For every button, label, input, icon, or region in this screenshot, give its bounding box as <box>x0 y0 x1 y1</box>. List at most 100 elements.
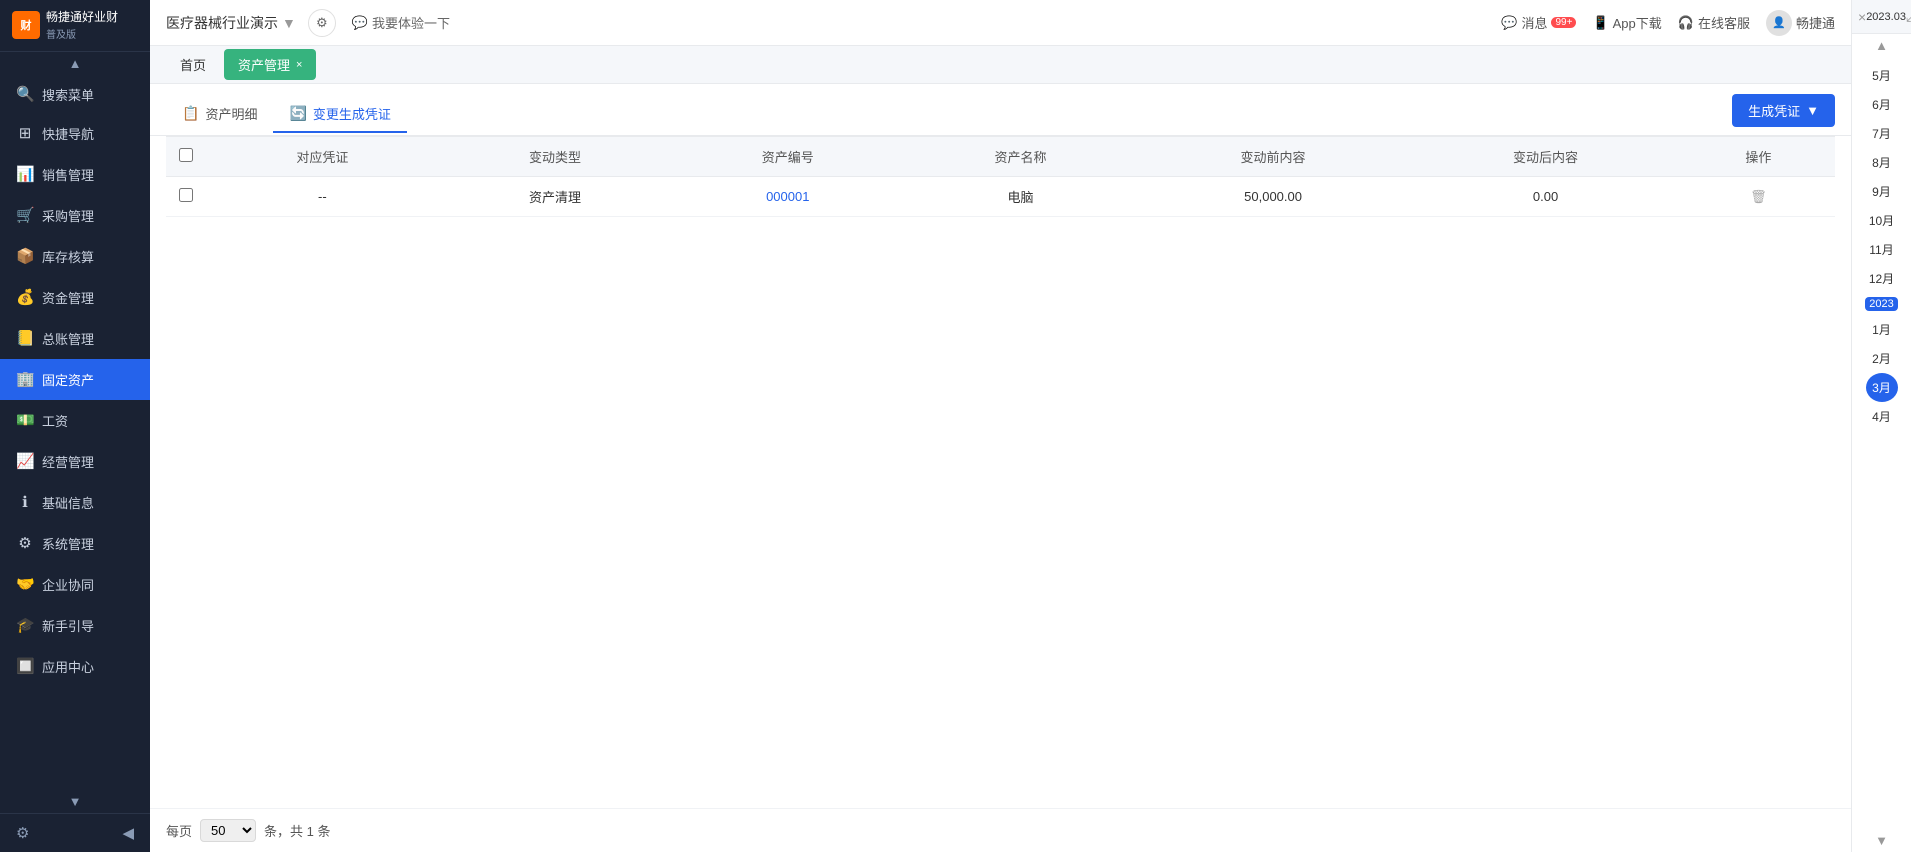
customer-service-button[interactable]: 🎧 在线客服 <box>1678 13 1750 32</box>
row-asset-code: 000001 <box>671 177 904 217</box>
system-icon: ⚙ <box>16 534 34 552</box>
right-panel-close-button[interactable]: × <box>1858 9 1866 25</box>
sidebar-item-operation[interactable]: 📈 经营管理 <box>0 441 150 482</box>
company-selector[interactable]: 医疗器械行业演示 ▼ <box>166 13 296 33</box>
sidebar-item-payroll[interactable]: 💵 工资 <box>0 400 150 441</box>
sub-tab-asset-detail[interactable]: 📋 资产明细 <box>166 96 273 133</box>
date-month-2023-1[interactable]: 1月 <box>1852 315 1911 344</box>
app-download-label: App下载 <box>1613 13 1662 32</box>
date-month-5[interactable]: 5月 <box>1852 61 1911 90</box>
search-menu[interactable]: 🔍 搜索菜单 <box>0 76 150 113</box>
th-asset-code: 资产编号 <box>671 137 904 177</box>
date-month-10[interactable]: 10月 <box>1852 206 1911 235</box>
message-label: 消息 <box>1521 13 1547 32</box>
main-area: 医疗器械行业演示 ▼ ⚙ 💬 我要体验一下 💬 消息 99+ 📱 App下载 🎧… <box>150 0 1851 852</box>
sidebar-label-purchase: 采购管理 <box>42 206 94 225</box>
right-panel-title: 2023.03 <box>1866 11 1906 23</box>
date-month-8[interactable]: 8月 <box>1852 148 1911 177</box>
right-panel: × 2023.03 ⤢ ▲ 5月 6月 7月 8月 9月 10月 11月 12月… <box>1851 0 1911 852</box>
sidebar-label-enterprise: 企业协同 <box>42 575 94 594</box>
table-header-row: 对应凭证 变动类型 资产编号 资产名称 变动前内容 <box>166 137 1835 177</box>
topbar-right: 💬 消息 99+ 📱 App下载 🎧 在线客服 👤 畅捷通 <box>1501 10 1835 36</box>
date-scroll-down[interactable]: ▼ <box>1852 829 1911 852</box>
sub-tab-asset-detail-label: 资产明细 <box>205 104 257 123</box>
sidebar-scroll-up[interactable]: ▲ <box>0 52 150 76</box>
sidebar-item-sales[interactable]: 📊 销售管理 <box>0 154 150 195</box>
message-badge: 99+ <box>1551 17 1576 28</box>
sidebar-item-system[interactable]: ⚙ 系统管理 <box>0 523 150 564</box>
user-button[interactable]: 👤 畅捷通 <box>1766 10 1835 36</box>
sidebar-label-basic-info: 基础信息 <box>42 493 94 512</box>
tab-home[interactable]: 首页 <box>166 49 220 80</box>
sidebar-item-fixed-asset[interactable]: 🏢 固定资产 <box>0 359 150 400</box>
experience-button[interactable]: 💬 我要体验一下 <box>352 13 450 32</box>
tab-close-icon[interactable]: × <box>296 59 302 71</box>
per-page-select[interactable]: 10 20 50 100 <box>200 819 256 842</box>
delete-icon[interactable]: 🗑 <box>1750 189 1767 204</box>
date-month-9[interactable]: 9月 <box>1852 177 1911 206</box>
tab-asset-management[interactable]: 资产管理 × <box>224 49 316 80</box>
logo-edition: 普及版 <box>46 26 118 41</box>
sidebar-item-guide[interactable]: 🎓 新手引导 <box>0 605 150 646</box>
content-area: 📋 资产明细 🔄 变更生成凭证 生成凭证 ▼ <box>150 84 1851 852</box>
sidebar-item-ledger[interactable]: 📒 总账管理 <box>0 318 150 359</box>
date-month-11[interactable]: 11月 <box>1852 235 1911 264</box>
search-label: 搜索菜单 <box>42 85 94 104</box>
sidebar-label-sales: 销售管理 <box>42 165 94 184</box>
sidebar-item-basic-info[interactable]: ℹ 基础信息 <box>0 482 150 523</box>
sidebar-item-inventory[interactable]: 📦 库存核算 <box>0 236 150 277</box>
change-voucher-icon: 🔄 <box>289 105 306 122</box>
app-download-icon: 📱 <box>1592 15 1608 31</box>
per-page-label: 每页 <box>166 821 192 840</box>
sub-tab-change-voucher-label: 变更生成凭证 <box>313 104 391 123</box>
sidebar-item-fund[interactable]: 💰 资金管理 <box>0 277 150 318</box>
app-download-button[interactable]: 📱 App下载 <box>1592 13 1661 32</box>
date-month-12[interactable]: 12月 <box>1852 264 1911 293</box>
sub-tab-change-voucher[interactable]: 🔄 变更生成凭证 <box>273 96 406 133</box>
collapse-icon[interactable]: ◀ <box>122 824 134 842</box>
sidebar-label-ledger: 总账管理 <box>42 329 94 348</box>
company-dropdown-icon: ▼ <box>282 15 296 31</box>
message-button[interactable]: 💬 消息 99+ <box>1501 13 1576 32</box>
date-scroll-up[interactable]: ▲ <box>1852 34 1911 57</box>
sidebar-item-purchase[interactable]: 🛒 采购管理 <box>0 195 150 236</box>
sidebar-logo: 财 畅捷通好业财 普及版 <box>0 0 150 52</box>
th-checkbox <box>166 137 206 177</box>
user-label: 畅捷通 <box>1796 13 1835 32</box>
sidebar-label-quick-nav: 快捷导航 <box>42 124 94 143</box>
message-icon: 💬 <box>1501 15 1517 31</box>
sidebar-item-enterprise[interactable]: 🤝 企业协同 <box>0 564 150 605</box>
settings-button[interactable]: ⚙ <box>308 9 336 37</box>
sidebar-scroll-down[interactable]: ▼ <box>0 789 150 813</box>
row-action: 🗑 <box>1682 177 1835 217</box>
row-select-checkbox[interactable] <box>179 188 193 202</box>
sidebar-label-system: 系统管理 <box>42 534 94 553</box>
th-change-type: 变动类型 <box>439 137 672 177</box>
enterprise-icon: 🤝 <box>16 575 34 593</box>
payroll-icon: 💵 <box>16 411 34 429</box>
sidebar-label-fund: 资金管理 <box>42 288 94 307</box>
sidebar-item-quick-nav[interactable]: ⊞ 快捷导航 <box>0 113 150 154</box>
date-month-6[interactable]: 6月 <box>1852 90 1911 119</box>
experience-icon: 💬 <box>352 15 368 31</box>
select-all-checkbox[interactable] <box>179 148 193 162</box>
right-panel-header: × 2023.03 ⤢ <box>1852 0 1911 34</box>
sidebar-item-app-center[interactable]: 🔲 应用中心 <box>0 646 150 687</box>
logo-title: 畅捷通好业财 <box>46 10 118 26</box>
right-panel-expand-button[interactable]: ⤢ <box>1906 8 1911 25</box>
tab-home-label: 首页 <box>180 58 206 73</box>
date-month-2023-2[interactable]: 2月 <box>1852 344 1911 373</box>
generate-voucher-button[interactable]: 生成凭证 ▼ <box>1732 94 1835 127</box>
row-asset-name: 电脑 <box>904 177 1137 217</box>
settings-icon[interactable]: ⚙ <box>16 824 29 842</box>
tab-asset-management-label: 资产管理 <box>238 55 290 74</box>
date-month-2023-4[interactable]: 4月 <box>1852 402 1911 431</box>
inventory-icon: 📦 <box>16 247 34 265</box>
date-month-2023-3[interactable]: 3月 <box>1866 373 1898 402</box>
avatar: 👤 <box>1766 10 1792 36</box>
sidebar-label-fixed-asset: 固定资产 <box>42 370 94 389</box>
generate-label: 生成凭证 <box>1748 101 1800 120</box>
row-checkbox <box>166 177 206 217</box>
date-month-7[interactable]: 7月 <box>1852 119 1911 148</box>
purchase-icon: 🛒 <box>16 206 34 224</box>
